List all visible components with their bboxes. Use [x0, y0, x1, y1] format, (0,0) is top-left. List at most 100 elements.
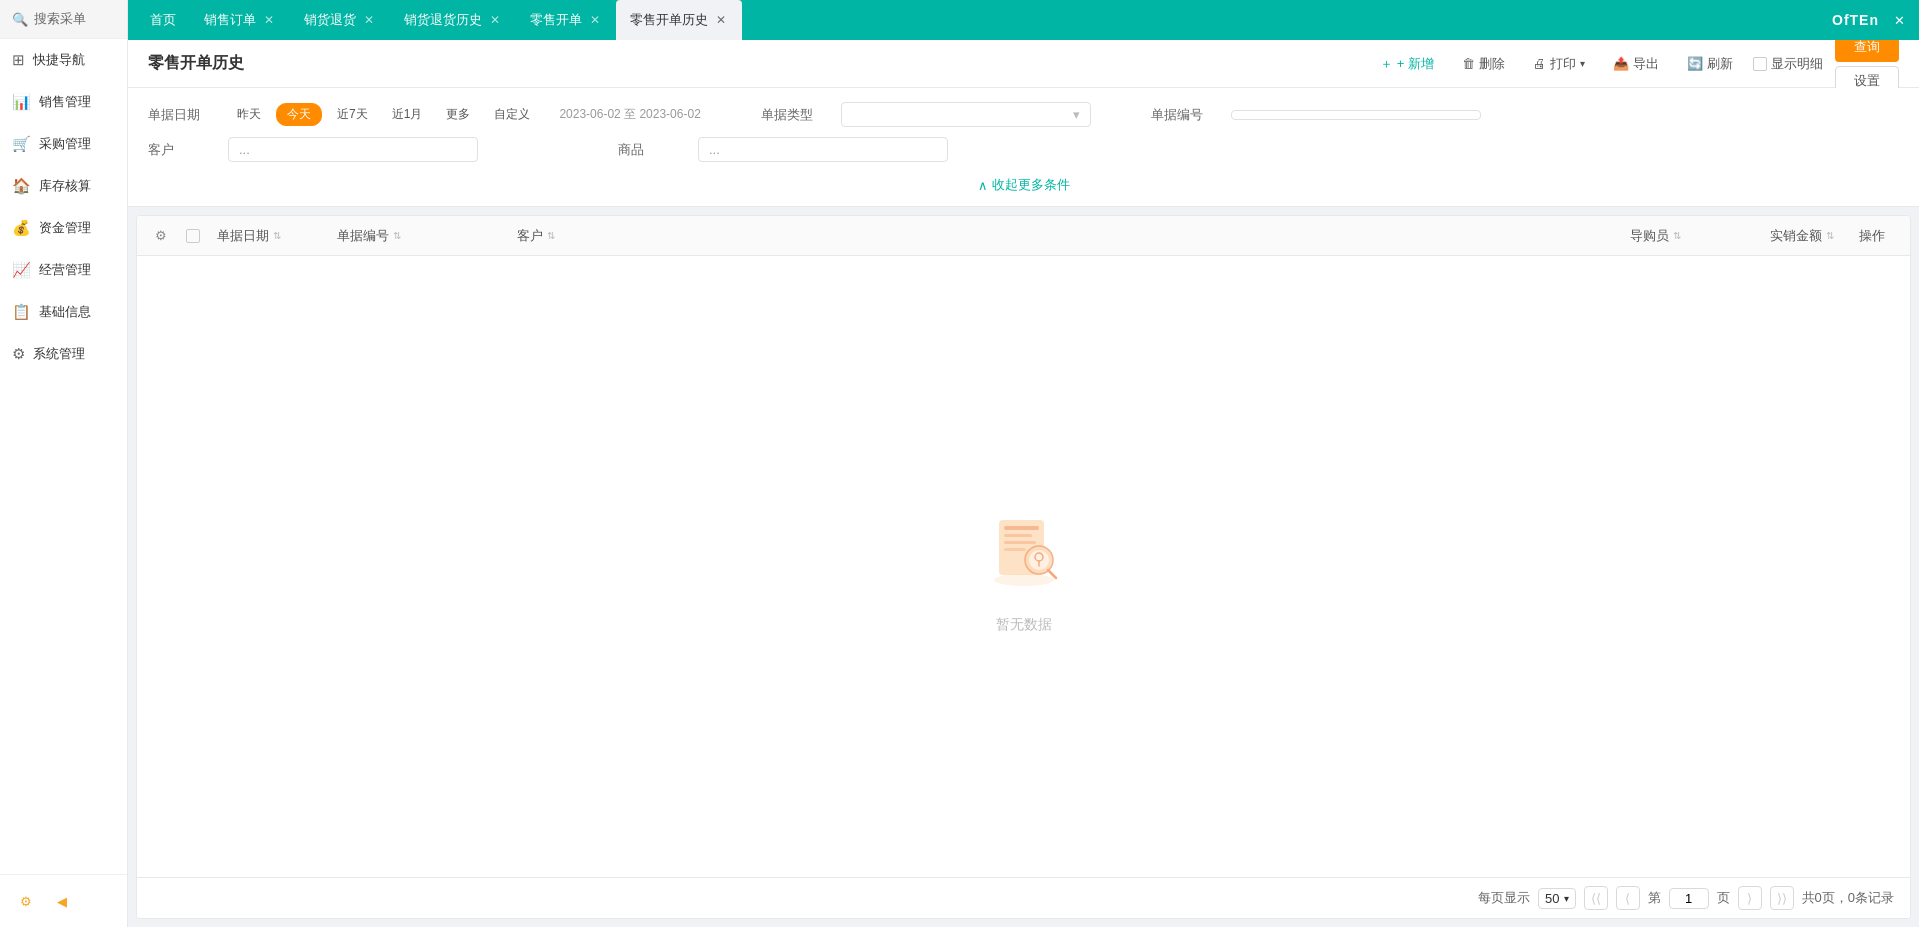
th-date-sort-icon: ⇅: [273, 230, 281, 241]
filter-row-1: 单据日期 昨天 今天 近7天 近1月 更多 自定义 2023-06-02 至 2…: [148, 102, 1899, 127]
sidebar-search[interactable]: 🔍 搜索采单: [0, 0, 127, 39]
th-customer[interactable]: 客户 ⇅: [509, 227, 1622, 245]
tab-close-retail-open-history[interactable]: ✕: [714, 13, 728, 27]
date-yesterday-btn[interactable]: 昨天: [228, 103, 270, 126]
tab-close-sales-return-history[interactable]: ✕: [488, 13, 502, 27]
page-header: 零售开单历史 ＋ + 新增 🗑 删除 🖨 打印 ▾ 📤 导出: [128, 40, 1919, 88]
display-detail-checkbox[interactable]: [1753, 57, 1767, 71]
goods-filter-label: 商品: [618, 141, 678, 159]
th-amount[interactable]: 实销金额 ⇅: [1722, 227, 1842, 245]
delete-button[interactable]: 🗑 删除: [1454, 51, 1513, 77]
sidebar-item-operations[interactable]: 📈经营管理: [0, 249, 127, 291]
nav-label-quick-nav: 快捷导航: [33, 51, 85, 69]
date-more-btn[interactable]: 更多: [437, 103, 479, 126]
order-type-select[interactable]: ▾: [841, 102, 1091, 127]
sidebar-settings-btn[interactable]: ⚙: [12, 887, 40, 915]
goods-ellipsis-icon[interactable]: ...: [709, 142, 720, 157]
sidebar-item-finance[interactable]: 💰资金管理: [0, 207, 127, 249]
tab-label-retail-open: 零售开单: [530, 11, 582, 29]
export-button[interactable]: 📤 导出: [1605, 51, 1667, 77]
collapse-btn[interactable]: ∧ 收起更多条件: [966, 172, 1082, 198]
tab-close-retail-open[interactable]: ✕: [588, 13, 602, 27]
order-type-chevron-icon: ▾: [1073, 107, 1080, 122]
sidebar-item-purchase-mgmt[interactable]: 🛒采购管理: [0, 123, 127, 165]
tab-retail-open-history[interactable]: 零售开单历史✕: [616, 0, 742, 40]
table-settings-btn[interactable]: ⚙: [145, 228, 177, 243]
settings-icon: ⚙: [155, 228, 167, 243]
nav-label-sales-mgmt: 销售管理: [39, 93, 91, 111]
main-content: 首页销售订单✕销货退货✕销货退货历史✕零售开单✕零售开单历史✕ OfTEn ✕ …: [128, 0, 1919, 927]
order-num-input[interactable]: [1231, 110, 1481, 120]
nav-icon-basic-info: 📋: [12, 303, 31, 321]
sidebar: 🔍 搜索采单 ⊞快捷导航📊销售管理🛒采购管理🏠库存核算💰资金管理📈经营管理📋基础…: [0, 0, 128, 927]
refresh-button[interactable]: 🔄 刷新: [1679, 51, 1741, 77]
nav-label-operations: 经营管理: [39, 261, 91, 279]
tab-sales-order[interactable]: 销售订单✕: [190, 0, 290, 40]
gear-icon: ⚙: [20, 894, 32, 909]
svg-rect-2: [1004, 526, 1039, 530]
th-order-num[interactable]: 单据编号 ⇅: [329, 227, 509, 245]
pagination-next-btn[interactable]: ⟩: [1738, 886, 1762, 910]
nav-label-finance: 资金管理: [39, 219, 91, 237]
tab-bar-right: OfTEn ✕: [1832, 8, 1911, 32]
tab-label-home: 首页: [150, 11, 176, 29]
th-order-num-label: 单据编号: [337, 227, 389, 245]
tab-home[interactable]: 首页: [136, 0, 190, 40]
customer-input[interactable]: ...: [228, 137, 478, 162]
query-button[interactable]: 查询: [1835, 40, 1899, 62]
pagination-first-btn[interactable]: ⟨⟨: [1584, 886, 1608, 910]
table-area: ⚙ 单据日期 ⇅ 单据编号 ⇅ 客户 ⇅ 导购员: [136, 215, 1911, 919]
window-close-btn[interactable]: ✕: [1887, 8, 1911, 32]
add-button[interactable]: ＋ + 新增: [1372, 51, 1442, 77]
nav-label-inventory: 库存核算: [39, 177, 91, 195]
order-type-filter-label: 单据类型: [761, 106, 821, 124]
tab-close-sales-order[interactable]: ✕: [262, 13, 276, 27]
tab-sales-return[interactable]: 销货退货 ✕: [290, 0, 390, 40]
page-input[interactable]: [1669, 888, 1709, 909]
print-label: 打印: [1550, 55, 1576, 73]
sidebar-item-inventory[interactable]: 🏠库存核算: [0, 165, 127, 207]
date-today-btn[interactable]: 今天: [276, 103, 322, 126]
date-last7-btn[interactable]: 近7天: [328, 103, 377, 126]
display-detail-label: 显示明细: [1771, 55, 1823, 73]
sidebar-footer: ⚙ ◀: [0, 874, 127, 927]
date-last1month-btn[interactable]: 近1月: [383, 103, 432, 126]
date-custom-btn[interactable]: 自定义: [485, 103, 539, 126]
svg-rect-3: [1004, 534, 1032, 537]
print-chevron-icon: ▾: [1580, 58, 1585, 69]
page-suffix: 页: [1717, 889, 1730, 907]
sidebar-item-sales-mgmt[interactable]: 📊销售管理: [0, 81, 127, 123]
select-all-checkbox[interactable]: [186, 229, 200, 243]
th-guide[interactable]: 导购员 ⇅: [1622, 227, 1722, 245]
brand-text: OfTEn: [1832, 12, 1879, 28]
sidebar-collapse-btn[interactable]: ◀: [48, 887, 76, 915]
prev-page-icon: ⟨: [1625, 891, 1630, 906]
sidebar-item-quick-nav[interactable]: ⊞快捷导航: [0, 39, 127, 81]
th-ops-label: 操作: [1859, 227, 1885, 245]
per-page-value: 50: [1545, 891, 1559, 906]
tab-close-sales-return[interactable]: ✕: [362, 13, 376, 27]
pagination-prev-btn[interactable]: ⟨: [1616, 886, 1640, 910]
table-checkbox-all[interactable]: [177, 229, 209, 243]
per-page-select[interactable]: 50 ▾: [1538, 888, 1575, 909]
sidebar-item-basic-info[interactable]: 📋基础信息: [0, 291, 127, 333]
th-guide-sort-icon: ⇅: [1673, 230, 1681, 241]
tab-label-sales-return: 销货退货: [304, 11, 356, 29]
export-label: 导出: [1633, 55, 1659, 73]
nav-label-system-mgmt: 系统管理: [33, 345, 85, 363]
th-customer-sort-icon: ⇅: [547, 230, 555, 241]
sidebar-item-system-mgmt[interactable]: ⚙系统管理: [0, 333, 127, 375]
page-label: 第: [1648, 889, 1661, 907]
th-date[interactable]: 单据日期 ⇅: [209, 227, 329, 245]
customer-ellipsis-icon[interactable]: ...: [239, 142, 250, 157]
tab-bar: 首页销售订单✕销货退货✕销货退货历史✕零售开单✕零售开单历史✕ OfTEn ✕: [128, 0, 1919, 40]
display-detail-btn[interactable]: 显示明细: [1753, 55, 1823, 73]
pagination-last-btn[interactable]: ⟩⟩: [1770, 886, 1794, 910]
print-button[interactable]: 🖨 打印 ▾: [1525, 51, 1593, 77]
goods-input[interactable]: ...: [698, 137, 948, 162]
tab-retail-open[interactable]: 零售开单 ✕: [516, 0, 616, 40]
tab-sales-return-history[interactable]: 销货退货历史✕: [390, 0, 516, 40]
collapse-up-icon: ∧: [978, 178, 988, 193]
order-num-filter-label: 单据编号: [1151, 106, 1211, 124]
first-page-icon: ⟨⟨: [1591, 891, 1601, 906]
